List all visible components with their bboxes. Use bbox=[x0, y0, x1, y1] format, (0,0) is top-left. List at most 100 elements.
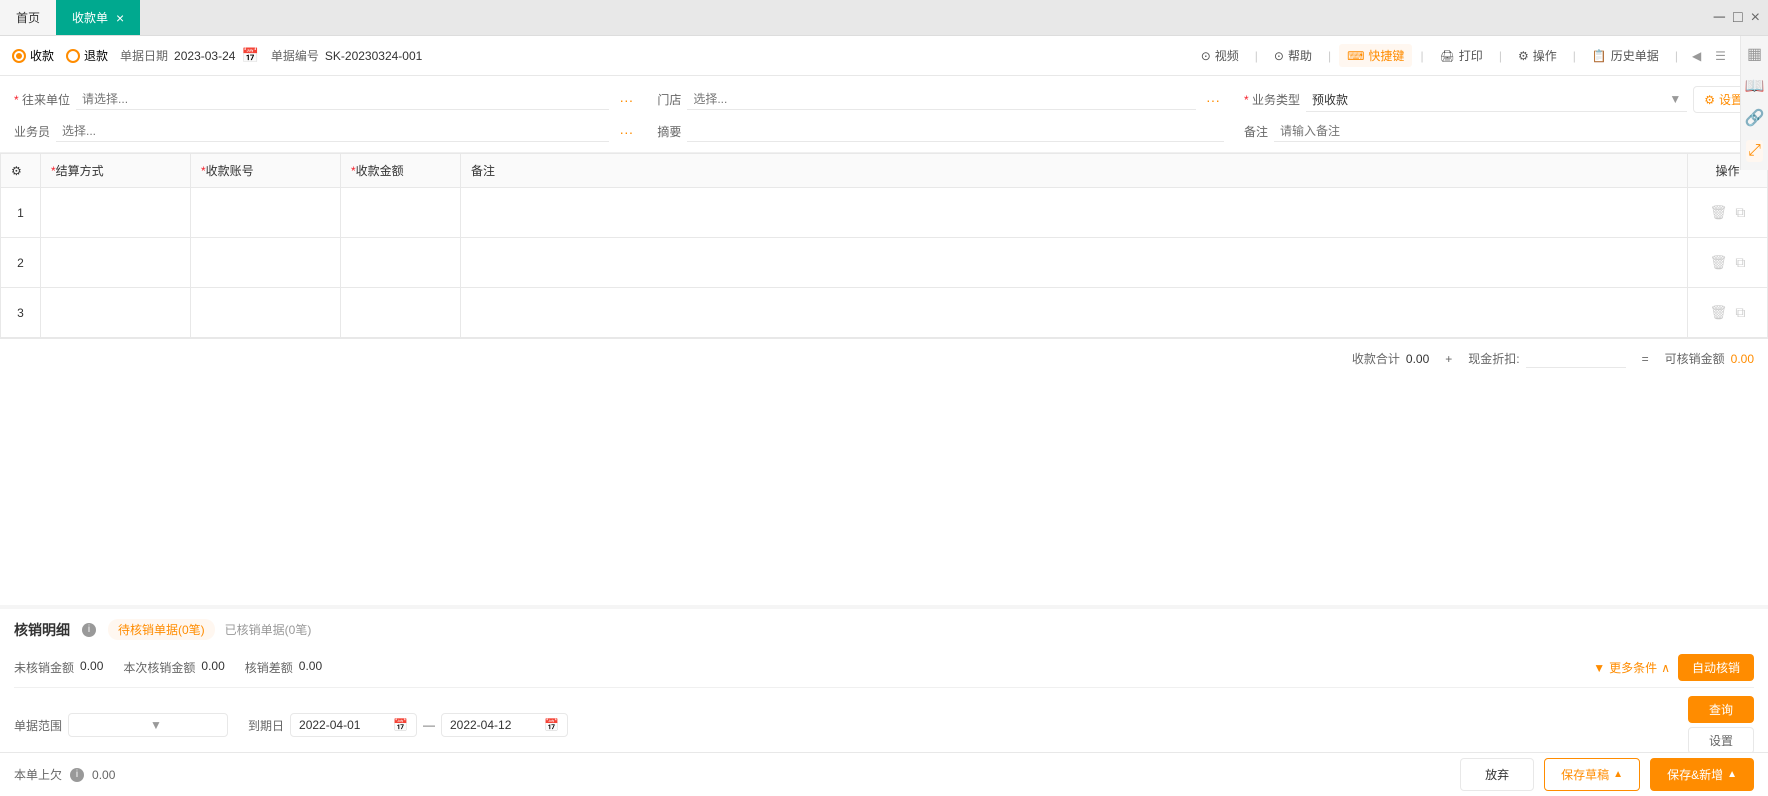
video-icon: ⊙ bbox=[1201, 49, 1211, 63]
auto-reconcile-btn[interactable]: 自动核销 bbox=[1678, 654, 1754, 681]
sidebar-link-icon[interactable]: 🔗 bbox=[1745, 108, 1765, 128]
table-settings-gear[interactable]: ⚙ bbox=[11, 164, 22, 178]
tab-close-icon[interactable]: × bbox=[116, 10, 124, 26]
range-label: 单据范围 bbox=[14, 717, 62, 734]
table-row: 1 🗑 ⧉ bbox=[1, 188, 1768, 238]
date-from-field[interactable] bbox=[299, 718, 389, 732]
row-3-settlement[interactable] bbox=[41, 288, 191, 338]
current-value: 0.00 bbox=[201, 659, 224, 676]
save-draft-chevron: ▲ bbox=[1613, 769, 1623, 780]
biz-type-selector[interactable]: 预收款 ▼ bbox=[1306, 88, 1687, 112]
doc-no-value: SK-20230324-001 bbox=[325, 49, 422, 63]
row-1-amount[interactable] bbox=[341, 188, 461, 238]
more-conditions-btn[interactable]: ▼ 更多条件 ∧ bbox=[1593, 659, 1670, 676]
prev-info-icon[interactable]: i bbox=[70, 768, 84, 782]
col-settings-header[interactable]: ⚙ bbox=[1, 154, 41, 188]
settings-gear-icon: ⚙ bbox=[1704, 93, 1715, 107]
sidebar-table-icon[interactable]: ▦ bbox=[1747, 44, 1762, 64]
nuclear-title: 核销明细 bbox=[14, 620, 70, 640]
store-input[interactable] bbox=[687, 89, 1196, 110]
print-btn[interactable]: 🖨 打印 bbox=[1432, 44, 1491, 67]
date-from-input[interactable]: 📅 bbox=[290, 713, 417, 737]
doc-date-label: 单据日期 bbox=[120, 47, 168, 64]
filter-setting-btn[interactable]: 设置 bbox=[1688, 727, 1754, 754]
home-tab-label: 首页 bbox=[16, 9, 40, 26]
row-1-account[interactable] bbox=[191, 188, 341, 238]
help-icon: ⊙ bbox=[1274, 49, 1284, 63]
prev-view-btn[interactable]: ◀ bbox=[1686, 46, 1707, 66]
operation-btn[interactable]: ⚙ 操作 bbox=[1510, 44, 1565, 67]
discount-field: 现金折扣: bbox=[1468, 349, 1625, 368]
doc-date-value[interactable]: 2023-03-24 bbox=[174, 49, 235, 63]
sidebar-expand-icon[interactable]: ⤢ bbox=[1746, 140, 1763, 162]
tab-pending[interactable]: 待核销单据(0笔) bbox=[108, 619, 215, 640]
video-btn[interactable]: ⊙ 视频 bbox=[1193, 44, 1247, 67]
row-2-account[interactable] bbox=[191, 238, 341, 288]
radio-refund[interactable]: 退款 bbox=[66, 47, 108, 64]
store-more-btn[interactable]: ··· bbox=[1202, 92, 1224, 108]
sum-total: 收款合计 0.00 bbox=[1352, 350, 1429, 367]
date-to-input[interactable]: 📅 bbox=[441, 713, 568, 737]
notes-input[interactable] bbox=[1274, 121, 1754, 142]
staff-label: 业务员 bbox=[14, 123, 50, 140]
row-2-delete-icon[interactable]: 🗑 bbox=[1710, 254, 1728, 271]
save-new-btn[interactable]: 保存&新增 ▲ bbox=[1650, 758, 1754, 791]
row-3-copy-icon[interactable]: ⧉ bbox=[1735, 304, 1745, 321]
partner-input[interactable] bbox=[76, 89, 609, 110]
abandon-btn[interactable]: 放弃 bbox=[1460, 758, 1534, 791]
staff-more-btn[interactable]: ··· bbox=[615, 124, 637, 140]
row-2-actions: 🗑 ⧉ bbox=[1688, 238, 1768, 288]
prev-label: 本单上欠 bbox=[14, 766, 62, 783]
calendar-icon[interactable]: 📅 bbox=[241, 47, 258, 64]
filter-actions: 查询 设置 bbox=[1688, 696, 1754, 754]
nuclear-stats: 未核销金额 0.00 本次核销金额 0.00 核销差额 0.00 ▼ 更多条件 … bbox=[14, 648, 1754, 687]
row-1-copy-icon[interactable]: ⧉ bbox=[1735, 204, 1745, 221]
shortcut-btn[interactable]: ⌨ 快捷键 bbox=[1339, 44, 1412, 67]
unchecked-value: 0.00 bbox=[80, 659, 103, 676]
row-1-delete-icon[interactable]: 🗑 bbox=[1710, 204, 1728, 221]
minimize-icon[interactable]: ─ bbox=[1714, 9, 1725, 27]
due-date-label: 到期日 bbox=[248, 717, 284, 734]
calendar-to-icon[interactable]: 📅 bbox=[544, 718, 559, 732]
row-3-account[interactable] bbox=[191, 288, 341, 338]
calendar-from-icon[interactable]: 📅 bbox=[393, 718, 408, 732]
date-to-field[interactable] bbox=[450, 718, 540, 732]
maximize-icon[interactable]: □ bbox=[1733, 9, 1743, 27]
discount-input[interactable] bbox=[1526, 349, 1626, 368]
toolbar-right: ⊙ 视频 | ⊙ 帮助 | ⌨ 快捷键 | 🖨 打印 | ⚙ 操作 bbox=[1193, 44, 1756, 67]
staff-input[interactable] bbox=[56, 121, 609, 142]
row-2-settlement[interactable] bbox=[41, 238, 191, 288]
row-3-note[interactable] bbox=[461, 288, 1688, 338]
print-icon: 🖨 bbox=[1440, 49, 1455, 63]
save-draft-btn[interactable]: 保存草稿 ▲ bbox=[1544, 758, 1640, 791]
row-2-amount[interactable] bbox=[341, 238, 461, 288]
col-settlement-header: *结算方式 bbox=[41, 154, 191, 188]
row-1-note[interactable] bbox=[461, 188, 1688, 238]
partner-more-btn[interactable]: ··· bbox=[615, 92, 637, 108]
history-icon: 📋 bbox=[1592, 49, 1607, 63]
tab-done[interactable]: 已核销单据(0笔) bbox=[215, 619, 322, 640]
row-3-delete-icon[interactable]: 🗑 bbox=[1710, 304, 1728, 321]
sidebar-book-icon[interactable]: 📖 bbox=[1745, 76, 1765, 96]
row-1-settlement[interactable] bbox=[41, 188, 191, 238]
row-2-note[interactable] bbox=[461, 238, 1688, 288]
nuclear-info-icon[interactable]: i bbox=[82, 623, 96, 637]
radio-receipt[interactable]: 收款 bbox=[12, 47, 54, 64]
row-3-amount[interactable] bbox=[341, 288, 461, 338]
right-sidebar: ▦ 📖 🔗 ⤢ bbox=[1740, 36, 1768, 170]
biz-type-dropdown-icon[interactable]: ▼ bbox=[1669, 92, 1681, 106]
window-close-icon[interactable]: × bbox=[1751, 9, 1760, 27]
more-conditions-label: 更多条件 bbox=[1609, 659, 1657, 676]
tab-receipt[interactable]: 收款单 × bbox=[56, 0, 140, 35]
list-view-btn[interactable]: ☰ bbox=[1709, 46, 1732, 66]
tab-home[interactable]: 首页 bbox=[0, 0, 56, 35]
help-label: 帮助 bbox=[1288, 47, 1312, 64]
query-btn[interactable]: 查询 bbox=[1688, 696, 1754, 723]
summary-input[interactable] bbox=[687, 121, 1224, 142]
row-2-copy-icon[interactable]: ⧉ bbox=[1735, 254, 1745, 271]
range-select[interactable]: ▼ bbox=[68, 713, 228, 737]
filter-row: 单据范围 ▼ 到期日 📅 — 📅 查 bbox=[14, 687, 1754, 762]
history-btn[interactable]: 📋 历史单据 bbox=[1584, 44, 1667, 67]
due-date-range: 到期日 📅 — 📅 bbox=[248, 713, 568, 737]
help-btn[interactable]: ⊙ 帮助 bbox=[1266, 44, 1320, 67]
